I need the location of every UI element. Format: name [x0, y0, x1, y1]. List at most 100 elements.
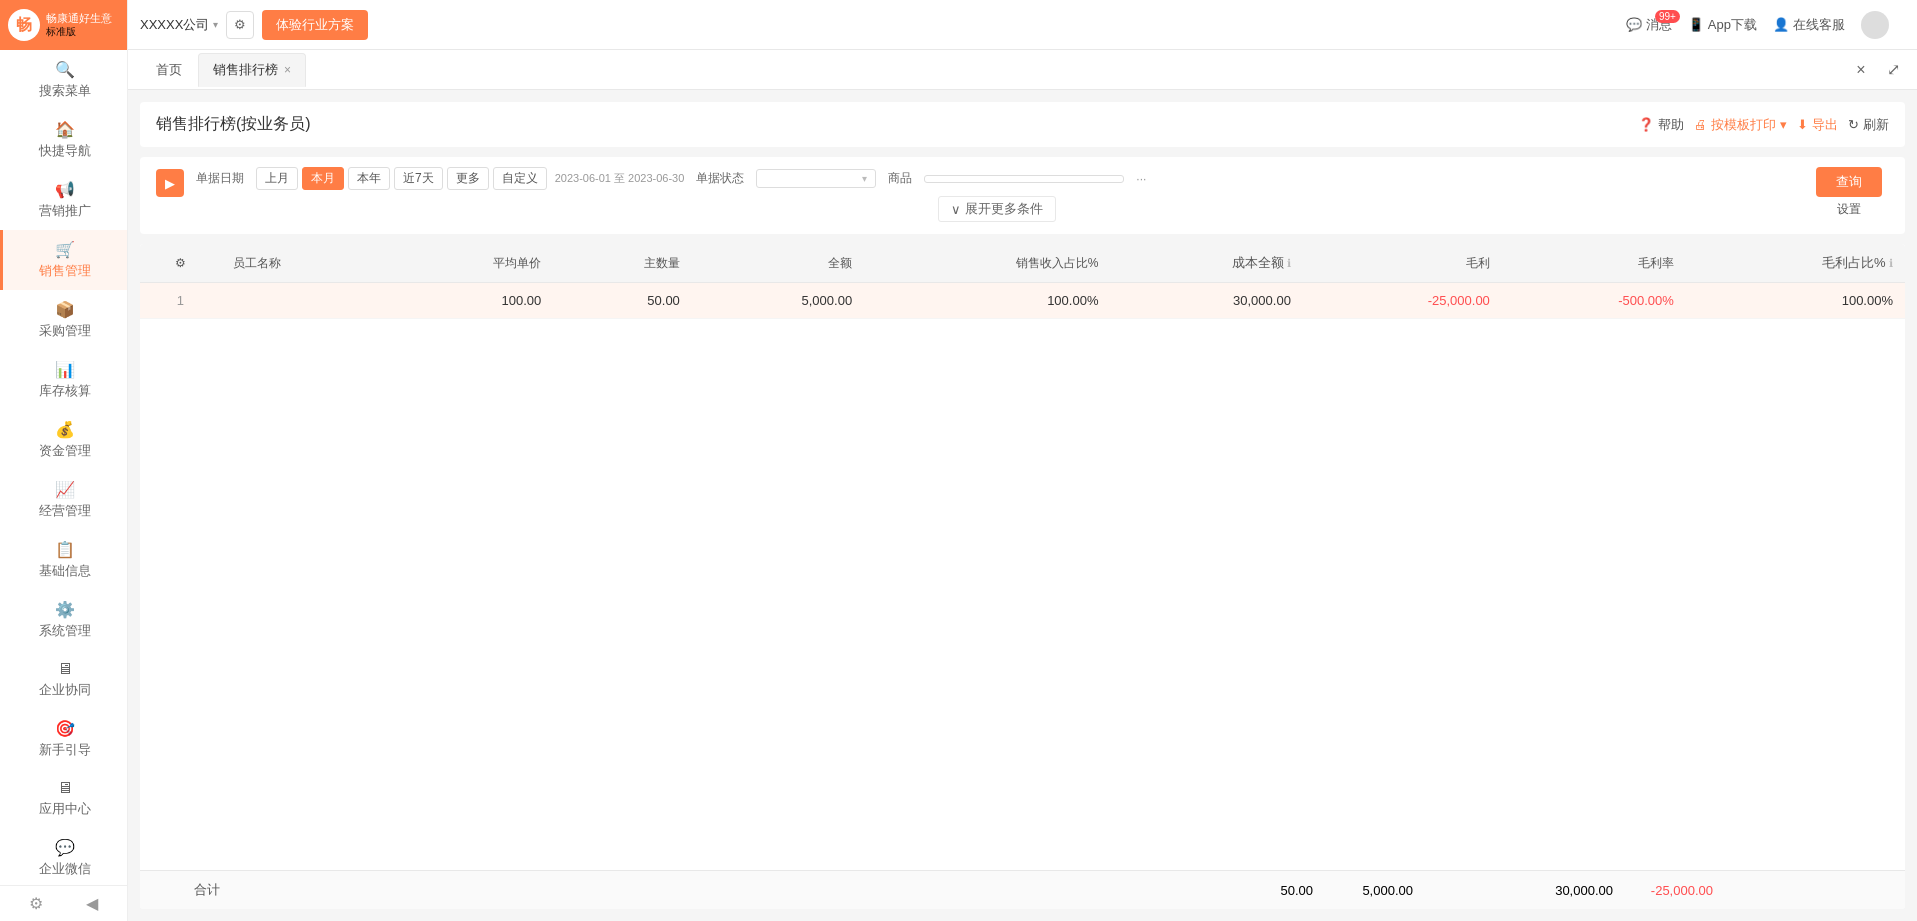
- table-section: ⚙ 员工名称 平均单价 主数量 全额 销售收入占比% 成本全额 ℹ 毛利 毛利率: [140, 244, 1905, 909]
- wechat-icon: 💬: [55, 838, 75, 857]
- export-icon: ⬇: [1797, 117, 1808, 132]
- download-icon: 📱: [1688, 17, 1704, 32]
- print-label: 按模板打印: [1711, 116, 1776, 134]
- sales-icon: 🛒: [55, 240, 75, 259]
- header-settings-btn[interactable]: ⚙: [226, 11, 254, 39]
- col-name: 员工名称: [221, 244, 387, 283]
- print-btn[interactable]: 🖨 按模板打印 ▾: [1694, 116, 1787, 134]
- sidebar-label-sales: 销售管理: [39, 262, 91, 280]
- company-selector[interactable]: XXXXX公司 ▾: [140, 16, 218, 34]
- sidebar-label-cooperation: 企业协同: [39, 681, 91, 699]
- search-icon: 🔍: [55, 60, 75, 79]
- footer-cost: 30,000.00: [1513, 883, 1613, 898]
- filter-toggle-btn[interactable]: ▶: [156, 169, 184, 197]
- cell-cost: 30,000.00: [1110, 283, 1302, 319]
- app-download-label: App下载: [1708, 16, 1757, 34]
- expand-row: ∨ 展开更多条件: [196, 190, 1797, 224]
- query-button[interactable]: 查询: [1816, 167, 1882, 197]
- page-title: 销售排行榜(按业务员): [156, 114, 311, 135]
- sidebar-label-inventory: 库存核算: [39, 382, 91, 400]
- date-btn-7days[interactable]: 近7天: [394, 167, 443, 190]
- main-area: XXXXX公司 ▾ ⚙ 体验行业方案 💬 消息 99+ 📱 App下载 👤 在线…: [128, 0, 1917, 921]
- sidebar-collapse-btn[interactable]: ◀: [86, 894, 98, 913]
- logo-text: 畅康通好生意: [46, 11, 112, 25]
- expand-more-btn[interactable]: ∨ 展开更多条件: [938, 196, 1056, 222]
- sidebar-item-marketing[interactable]: 📢 营销推广: [0, 170, 127, 230]
- experience-button[interactable]: 体验行业方案: [262, 10, 368, 40]
- basic-info-icon: 📋: [55, 540, 75, 559]
- sidebar-item-capital[interactable]: 💰 资金管理: [0, 410, 127, 470]
- operation-icon: 📈: [55, 480, 75, 499]
- online-service-label: 在线客服: [1793, 16, 1845, 34]
- sidebar-item-purchase[interactable]: 📦 采购管理: [0, 290, 127, 350]
- message-btn[interactable]: 💬 消息 99+: [1626, 16, 1672, 34]
- doc-status-chevron-icon: ▾: [862, 173, 867, 184]
- window-close-btn[interactable]: ×: [1849, 58, 1873, 82]
- message-icon: 💬: [1626, 17, 1642, 32]
- footer-main-qty: 50.00: [1233, 883, 1313, 898]
- settings-link[interactable]: 设置: [1837, 201, 1861, 218]
- cell-gross-rate: -500.00%: [1502, 283, 1686, 319]
- date-btn-custom[interactable]: 自定义: [493, 167, 547, 190]
- export-btn[interactable]: ⬇ 导出: [1797, 116, 1838, 134]
- expand-label: 展开更多条件: [965, 200, 1043, 218]
- table-wrapper: ⚙ 员工名称 平均单价 主数量 全额 销售收入占比% 成本全额 ℹ 毛利 毛利率: [140, 244, 1905, 870]
- marketing-icon: 📢: [55, 180, 75, 199]
- doc-status-select[interactable]: ▾: [756, 169, 876, 188]
- sidebar-item-operation[interactable]: 📈 经营管理: [0, 470, 127, 530]
- online-service-btn[interactable]: 👤 在线客服: [1773, 16, 1845, 34]
- col-settings[interactable]: ⚙: [140, 244, 221, 283]
- more-filters-btn[interactable]: ···: [1136, 172, 1146, 186]
- refresh-btn[interactable]: ↻ 刷新: [1848, 116, 1889, 134]
- footer-row: 合计 50.00 5,000.00 30,000.00 -25,000.00: [152, 881, 1893, 899]
- date-btn-this-year[interactable]: 本年: [348, 167, 390, 190]
- date-btn-more[interactable]: 更多: [447, 167, 489, 190]
- sidebar-item-guide[interactable]: 🎯 新手引导: [0, 709, 127, 769]
- cost-info-icon[interactable]: ℹ: [1287, 257, 1291, 269]
- header-right: 💬 消息 99+ 📱 App下载 👤 在线客服: [1626, 11, 1905, 39]
- date-btn-last-month[interactable]: 上月: [256, 167, 298, 190]
- col-gross-rate: 毛利率: [1502, 244, 1686, 283]
- sidebar-settings-btn[interactable]: ⚙: [29, 894, 43, 913]
- col-cost: 成本全额 ℹ: [1110, 244, 1302, 283]
- service-icon: 👤: [1773, 17, 1789, 32]
- avatar[interactable]: [1861, 11, 1889, 39]
- footer-amount: 5,000.00: [1313, 883, 1413, 898]
- app-download-btn[interactable]: 📱 App下载: [1688, 16, 1757, 34]
- window-expand-btn[interactable]: ⤢: [1881, 58, 1905, 82]
- tab-bar-right: × ⤢: [1849, 58, 1905, 82]
- col-sales-pct: 销售收入占比%: [864, 244, 1110, 283]
- system-icon: ⚙️: [55, 600, 75, 619]
- sidebar-item-system[interactable]: ⚙️ 系统管理: [0, 590, 127, 650]
- sidebar-label-marketing: 营销推广: [39, 202, 91, 220]
- tab-close-icon[interactable]: ×: [284, 63, 291, 77]
- gross-pct-info-icon[interactable]: ℹ: [1889, 257, 1893, 269]
- logo-area: 畅 畅康通好生意 标准版: [0, 0, 127, 50]
- gear-icon: ⚙: [234, 17, 246, 32]
- logo-sub: 标准版: [46, 25, 112, 39]
- sidebar-menu: 🔍 搜索菜单 🏠 快捷导航 📢 营销推广 🛒 销售管理 📦 采购管理 📊 库存核…: [0, 50, 127, 885]
- tab-sales-ranking[interactable]: 销售排行榜 ×: [198, 53, 306, 87]
- data-table: ⚙ 员工名称 平均单价 主数量 全额 销售收入占比% 成本全额 ℹ 毛利 毛利率: [140, 244, 1905, 319]
- sidebar-label-purchase: 采购管理: [39, 322, 91, 340]
- sidebar-item-cooperation[interactable]: 🖥 企业协同: [0, 650, 127, 709]
- page-title-bar: 销售排行榜(按业务员) ❓ 帮助 🖨 按模板打印 ▾ ⬇ 导出 ↻ 刷新: [140, 102, 1905, 147]
- tab-home[interactable]: 首页: [140, 53, 198, 87]
- sidebar-item-search[interactable]: 🔍 搜索菜单: [0, 50, 127, 110]
- sidebar-item-inventory[interactable]: 📊 库存核算: [0, 350, 127, 410]
- sidebar-item-app-center[interactable]: 🖥 应用中心: [0, 769, 127, 828]
- help-btn[interactable]: ❓ 帮助: [1638, 116, 1684, 134]
- sidebar-item-sales[interactable]: 🛒 销售管理: [0, 230, 127, 290]
- cell-rank: 1: [140, 283, 221, 319]
- sidebar-label-guide: 新手引导: [39, 741, 91, 759]
- header: XXXXX公司 ▾ ⚙ 体验行业方案 💬 消息 99+ 📱 App下载 👤 在线…: [128, 0, 1917, 50]
- sidebar-item-quick-nav[interactable]: 🏠 快捷导航: [0, 110, 127, 170]
- date-btn-this-month[interactable]: 本月: [302, 167, 344, 190]
- sidebar-item-basic-info[interactable]: 📋 基础信息: [0, 530, 127, 590]
- company-name: XXXXX公司: [140, 16, 209, 34]
- sidebar-item-wechat[interactable]: 💬 企业微信: [0, 828, 127, 885]
- sidebar-footer: ⚙ ◀: [0, 885, 127, 921]
- filter-row-1: 单据日期 上月 本月 本年 近7天 更多 自定义 2023-06-01 至 20…: [196, 167, 1797, 190]
- cell-name: [221, 283, 387, 319]
- goods-select[interactable]: [924, 175, 1124, 183]
